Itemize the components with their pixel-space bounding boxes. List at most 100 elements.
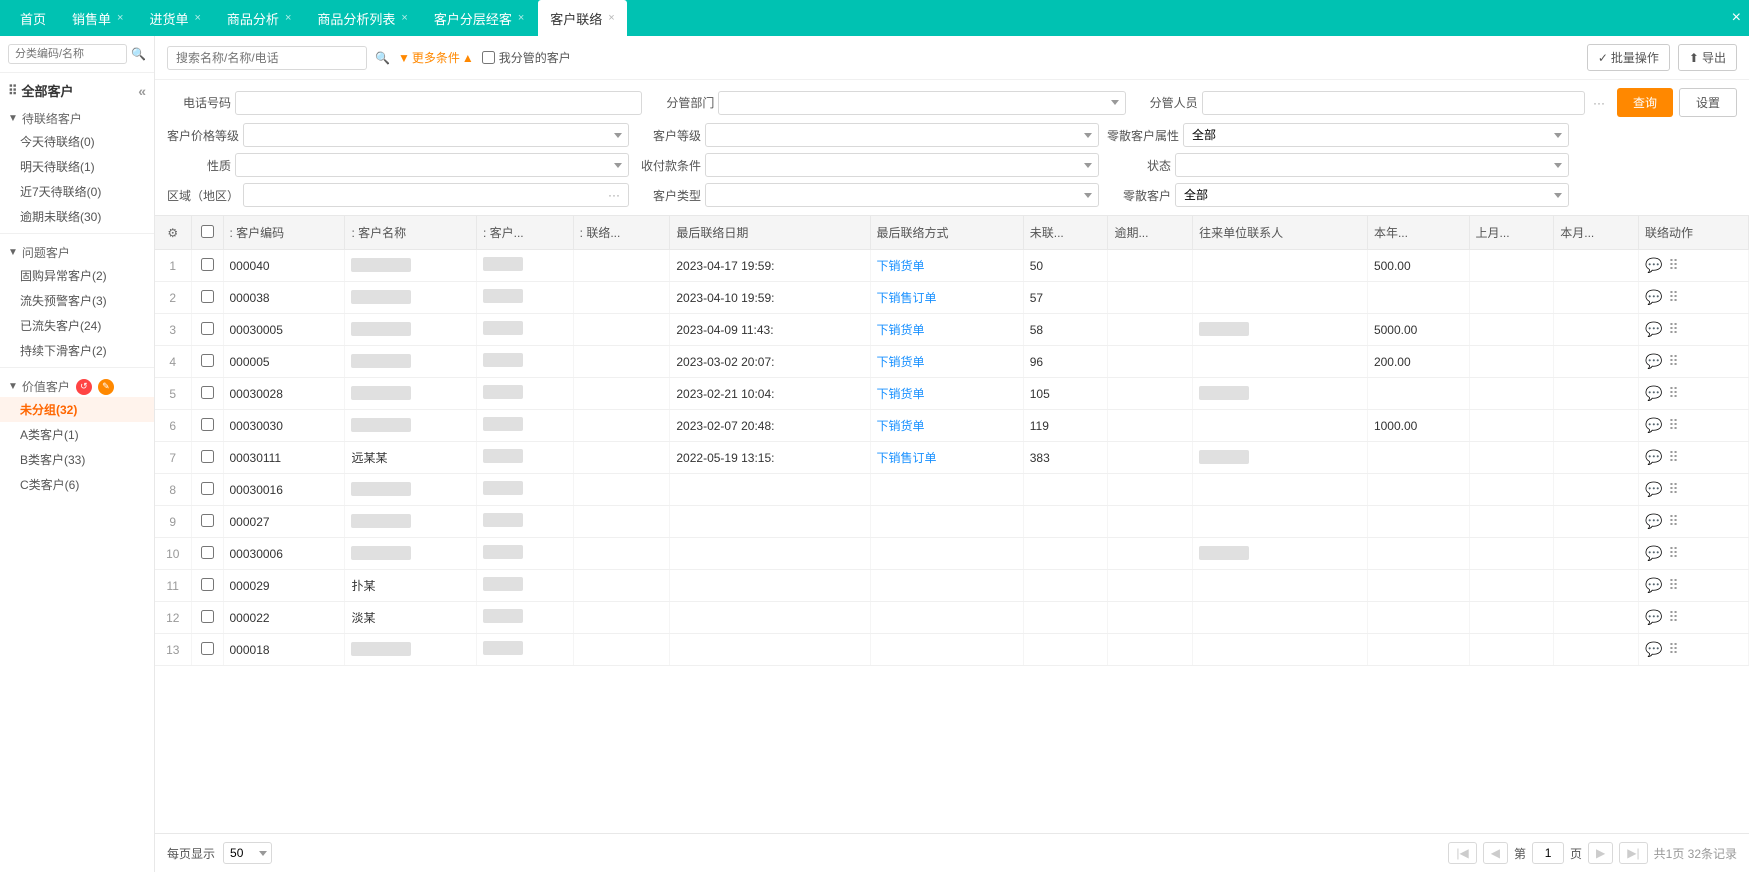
- sidebar-item-ungrouped[interactable]: 未分组(32): [0, 397, 154, 422]
- sidebar-item-overdue[interactable]: 逾期未联络(30): [0, 204, 154, 229]
- row-last-way-link[interactable]: 下销货单: [877, 419, 925, 433]
- row-last-way-link[interactable]: 下销货单: [877, 323, 925, 337]
- tab-sales[interactable]: 销售单 ×: [60, 0, 135, 36]
- row-checkbox[interactable]: [201, 258, 214, 271]
- message-icon[interactable]: 💬: [1645, 289, 1662, 306]
- row-last-way-link[interactable]: 下销售订单: [877, 291, 937, 305]
- more-icon[interactable]: ⠿: [1668, 545, 1678, 562]
- th-settings[interactable]: ⚙: [155, 216, 191, 250]
- window-close-icon[interactable]: ×: [1732, 9, 1741, 27]
- payment-select[interactable]: [705, 153, 1099, 177]
- problem-customers-group[interactable]: ▼ 问题客户: [0, 238, 154, 263]
- more-icon[interactable]: ⠿: [1668, 257, 1678, 274]
- gender-select[interactable]: [235, 153, 629, 177]
- status-select[interactable]: [1175, 153, 1569, 177]
- page-size-select[interactable]: 50 100 200: [223, 842, 272, 864]
- value-customers-group[interactable]: ▼ 价值客户 ↺ ✎: [0, 372, 154, 397]
- message-icon[interactable]: 💬: [1645, 577, 1662, 594]
- more-icon[interactable]: ⠿: [1668, 577, 1678, 594]
- message-icon[interactable]: 💬: [1645, 257, 1662, 274]
- row-last-way-link[interactable]: 下销售订单: [877, 451, 937, 465]
- more-icon[interactable]: ⠿: [1668, 641, 1678, 658]
- row-checkbox[interactable]: [201, 610, 214, 623]
- tab-customer-contact[interactable]: 客户联络 ×: [538, 0, 626, 36]
- batch-op-button[interactable]: ✓ 批量操作: [1587, 44, 1670, 71]
- select-all-checkbox[interactable]: [201, 225, 214, 238]
- row-checkbox[interactable]: [201, 450, 214, 463]
- prev-page-btn[interactable]: ◀: [1483, 842, 1508, 864]
- staff-more-icon[interactable]: ···: [1589, 96, 1609, 110]
- close-tab-purchase[interactable]: ×: [194, 12, 200, 24]
- message-icon[interactable]: 💬: [1645, 545, 1662, 562]
- next-page-btn[interactable]: ▶: [1588, 842, 1613, 864]
- last-page-btn[interactable]: ▶|: [1619, 842, 1647, 864]
- more-icon[interactable]: ⠿: [1668, 417, 1678, 434]
- search-input[interactable]: [167, 46, 367, 70]
- message-icon[interactable]: 💬: [1645, 321, 1662, 338]
- export-button[interactable]: ⬆ 导出: [1678, 44, 1737, 71]
- sidebar-item-churn[interactable]: 流失预警客户(3): [0, 288, 154, 313]
- sidebar-collapse-icon[interactable]: «: [138, 83, 146, 99]
- more-icon[interactable]: ⠿: [1668, 609, 1678, 626]
- sidebar-item-group-a[interactable]: A类客户(1): [0, 422, 154, 447]
- sidebar-search-input[interactable]: [8, 44, 127, 64]
- retail-customer-select[interactable]: 全部: [1175, 183, 1569, 207]
- close-tab-product-list[interactable]: ×: [401, 12, 407, 24]
- region-select[interactable]: ···: [243, 183, 629, 207]
- message-icon[interactable]: 💬: [1645, 513, 1662, 530]
- row-checkbox[interactable]: [201, 290, 214, 303]
- tab-customer-segment[interactable]: 客户分层经客 ×: [422, 0, 536, 36]
- message-icon[interactable]: 💬: [1645, 641, 1662, 658]
- tab-product-analysis[interactable]: 商品分析 ×: [215, 0, 303, 36]
- sidebar-item-abnormal[interactable]: 固购异常客户(2): [0, 263, 154, 288]
- message-icon[interactable]: 💬: [1645, 609, 1662, 626]
- first-page-btn[interactable]: |◀: [1448, 842, 1476, 864]
- sidebar-item-lost[interactable]: 已流失客户(24): [0, 313, 154, 338]
- row-last-way-link[interactable]: 下销货单: [877, 355, 925, 369]
- more-icon[interactable]: ⠿: [1668, 385, 1678, 402]
- close-tab-product-analysis[interactable]: ×: [285, 12, 291, 24]
- more-icon[interactable]: ⠿: [1668, 353, 1678, 370]
- query-button[interactable]: 查询: [1617, 88, 1673, 117]
- row-checkbox[interactable]: [201, 386, 214, 399]
- customer-level-select[interactable]: [705, 123, 1099, 147]
- sidebar-item-today[interactable]: 今天待联络(0): [0, 129, 154, 154]
- row-checkbox[interactable]: [201, 418, 214, 431]
- close-tab-customer-contact[interactable]: ×: [608, 12, 614, 24]
- retail-attr-select[interactable]: 全部: [1183, 123, 1569, 147]
- sidebar-item-group-b[interactable]: B类客户(33): [0, 447, 154, 472]
- row-checkbox[interactable]: [201, 546, 214, 559]
- row-checkbox[interactable]: [201, 578, 214, 591]
- row-checkbox[interactable]: [201, 642, 214, 655]
- my-customers-checkbox-label[interactable]: 我分管的客户: [482, 49, 571, 66]
- sidebar-item-7day[interactable]: 近7天待联络(0): [0, 179, 154, 204]
- row-checkbox[interactable]: [201, 482, 214, 495]
- tab-home[interactable]: 首页: [8, 0, 58, 36]
- close-tab-sales[interactable]: ×: [117, 12, 123, 24]
- dept-select[interactable]: [718, 91, 1125, 115]
- customer-type-select[interactable]: [705, 183, 1099, 207]
- phone-input[interactable]: [235, 91, 642, 115]
- message-icon[interactable]: 💬: [1645, 449, 1662, 466]
- close-tab-customer-segment[interactable]: ×: [518, 12, 524, 24]
- row-checkbox[interactable]: [201, 354, 214, 367]
- row-last-way-link[interactable]: 下销货单: [877, 259, 925, 273]
- filter-search-icon[interactable]: 🔍: [375, 51, 390, 65]
- more-icon[interactable]: ⠿: [1668, 321, 1678, 338]
- message-icon[interactable]: 💬: [1645, 385, 1662, 402]
- waiting-contact-group[interactable]: ▼ 待联络客户: [0, 104, 154, 129]
- sidebar-item-decline[interactable]: 持续下滑客户(2): [0, 338, 154, 363]
- page-input[interactable]: [1532, 842, 1564, 864]
- my-customers-checkbox[interactable]: [482, 51, 495, 64]
- sidebar-item-tomorrow[interactable]: 明天待联络(1): [0, 154, 154, 179]
- row-checkbox[interactable]: [201, 322, 214, 335]
- more-icon[interactable]: ⠿: [1668, 513, 1678, 530]
- more-icon[interactable]: ⠿: [1668, 289, 1678, 306]
- sidebar-search-icon[interactable]: 🔍: [131, 47, 146, 61]
- reset-button[interactable]: 设置: [1679, 88, 1737, 117]
- row-last-way-link[interactable]: 下销货单: [877, 387, 925, 401]
- tab-purchase[interactable]: 进货单 ×: [137, 0, 212, 36]
- sidebar-item-group-c[interactable]: C类客户(6): [0, 472, 154, 497]
- tab-product-list[interactable]: 商品分析列表 ×: [305, 0, 419, 36]
- message-icon[interactable]: 💬: [1645, 353, 1662, 370]
